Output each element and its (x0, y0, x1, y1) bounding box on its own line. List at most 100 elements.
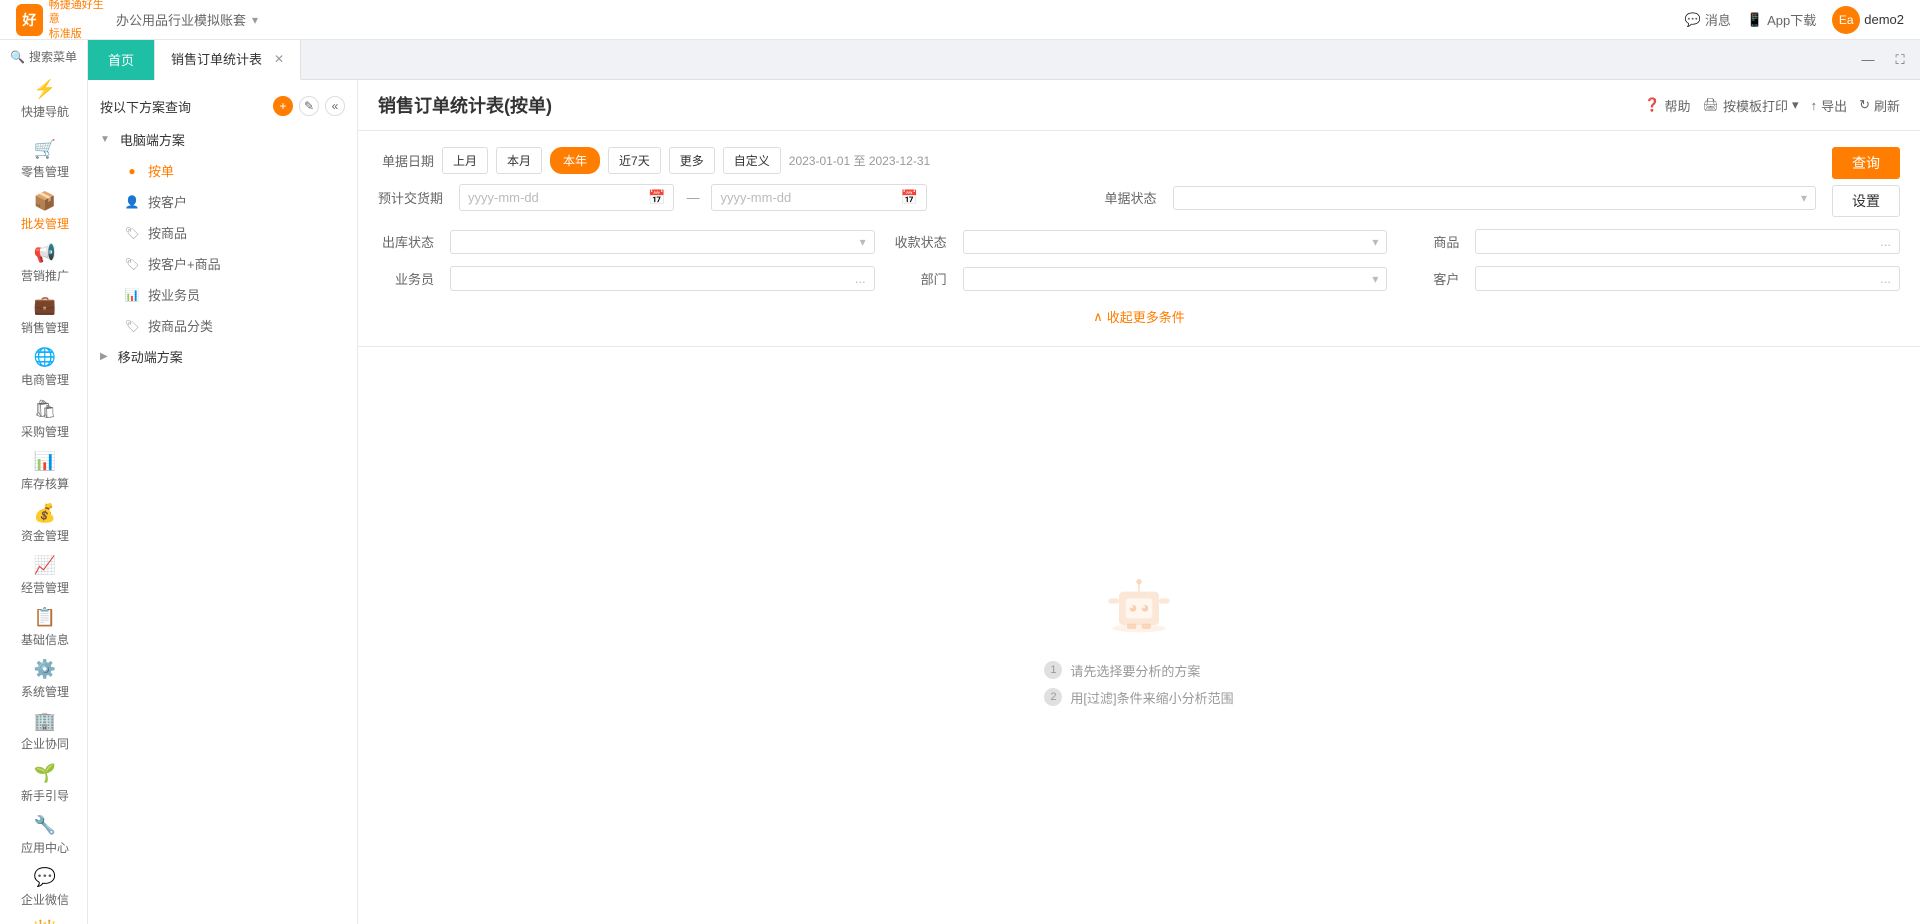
tab-maximize-button[interactable]: ⛶ (1888, 48, 1912, 72)
by-cust-goods-icon: 🏷 (124, 256, 140, 272)
refresh-icon: ↻ (1859, 97, 1870, 113)
topbar-actions: 💬 消息 📱 App下载 Ea demo2 (1685, 6, 1904, 34)
help-button[interactable]: ❓ 帮助 (1644, 96, 1690, 115)
chevron-down-icon: ▾ (1792, 97, 1799, 113)
tree-arrow-pc: ▼ (100, 134, 110, 145)
sidebar-item-sales[interactable]: 💼 销售管理 (0, 289, 87, 341)
query-button[interactable]: 查询 (1832, 147, 1900, 179)
sidebar-item-retail[interactable]: 🛒 零售管理 (0, 133, 87, 185)
customer-input[interactable] (1484, 271, 1880, 286)
search-menu-button[interactable]: 🔍 搜索菜单 (0, 40, 87, 73)
message-button[interactable]: 💬 消息 (1685, 10, 1731, 29)
purchase-icon: 🛍 (34, 399, 57, 420)
tab-minimize-button[interactable]: — (1856, 48, 1880, 72)
query-btn-area: 查询 设置 (1832, 147, 1900, 217)
sidebar-item-marketing[interactable]: 📢 营销推广 (0, 237, 87, 289)
empty-tips: 1 请先选择要分析的方案 2 用[过滤]条件来缩小分析范围 (1044, 661, 1233, 707)
tab-home[interactable]: 首页 (88, 40, 155, 80)
sidebar-item-ecommerce[interactable]: 🌐 电商管理 (0, 341, 87, 393)
message-icon: 💬 (1685, 12, 1701, 28)
edit-scheme-button[interactable]: ✎ (299, 96, 319, 116)
sidebar-item-operations[interactable]: 📈 经营管理 (0, 549, 87, 601)
tip-num-2: 2 (1044, 688, 1062, 706)
tree-section-mobile[interactable]: ▶ 移动端方案 (88, 341, 357, 372)
predicted-date-start-input[interactable] (468, 190, 644, 205)
filter-area: 单据日期 上月 本月 本年 近7天 更多 自定义 2023-01-01 至 20… (358, 131, 1920, 347)
collapse-panel-button[interactable]: « (325, 96, 345, 116)
add-scheme-button[interactable]: + (273, 96, 293, 116)
sidebar-item-basics[interactable]: 📋 基础信息 (0, 601, 87, 653)
predicted-date-label: 预计交货期 (378, 188, 443, 207)
sidebar-item-quick-nav[interactable]: ⚡ 快捷导航 (0, 73, 87, 125)
goods-more-icon[interactable]: ... (1880, 234, 1891, 249)
doc-status-select[interactable]: ▾ (1173, 186, 1817, 210)
by-customer-icon: 👤 (124, 194, 140, 210)
goods-input-wrap[interactable]: ... (1475, 229, 1900, 254)
tree-item-by-order[interactable]: ● 按单 (112, 155, 357, 186)
chevron-down-icon[interactable]: ▾ (252, 13, 258, 27)
by-goods-icon: 🏷 (124, 225, 140, 241)
ship-status-select[interactable]: ▾ (450, 230, 875, 254)
newbie-icon: 🌱 (34, 763, 56, 784)
refresh-button[interactable]: ↻ 刷新 (1859, 96, 1900, 115)
export-button[interactable]: ↑ 导出 (1811, 96, 1848, 115)
predicted-date-end[interactable]: 📅 (711, 184, 926, 211)
sidebar-item-finance[interactable]: 💰 资金管理 (0, 497, 87, 549)
sidebar-item-vip[interactable]: 👑 畅会员 (0, 913, 87, 924)
tree-section-pc[interactable]: ▼ 电脑端方案 (88, 124, 357, 155)
by-order-icon: ● (124, 163, 140, 179)
date-range-dash: — (682, 190, 703, 205)
download-icon: 📱 (1747, 12, 1763, 28)
logo-icon: 好 (16, 4, 43, 36)
template-print-button[interactable]: 🖨 按模板打印 ▾ (1703, 96, 1799, 115)
topbar: 好 畅捷通好生意 标准版 办公用品行业模拟账套 ▾ 💬 消息 📱 App下载 E… (0, 0, 1920, 40)
chevron-down-icon: ▾ (1372, 235, 1378, 249)
salesman-input-wrap[interactable]: ... (450, 266, 875, 291)
goods-input[interactable] (1484, 234, 1880, 249)
tree-item-by-salesman[interactable]: 📊 按业务员 (112, 279, 357, 310)
payment-status-select[interactable]: ▾ (963, 230, 1388, 254)
date-btn-custom[interactable]: 自定义 (723, 147, 781, 174)
help-icon: ❓ (1644, 97, 1660, 113)
tree-item-by-cust-goods[interactable]: 🏷 按客户+商品 (112, 248, 357, 279)
calendar-start-icon[interactable]: 📅 (648, 189, 665, 206)
sidebar-item-wholesale[interactable]: 📦 批发管理 (0, 185, 87, 237)
sidebar-item-system[interactable]: ⚙️ 系统管理 (0, 653, 87, 705)
sidebar-item-apps[interactable]: 🔧 应用中心 (0, 809, 87, 861)
predicted-date-end-input[interactable] (720, 190, 896, 205)
right-panel: 销售订单统计表(按单) ❓ 帮助 🖨 按模板打印 ▾ ↑ (358, 80, 1920, 924)
date-btn-this-month[interactable]: 本月 (496, 147, 542, 174)
page-title-bar: 销售订单统计表(按单) ❓ 帮助 🖨 按模板打印 ▾ ↑ (358, 80, 1920, 131)
tab-sales-order-stats[interactable]: 销售订单统计表 ✕ (155, 40, 301, 80)
left-panel-header: 按以下方案查询 + ✎ « (88, 92, 357, 124)
date-btn-last-month[interactable]: 上月 (442, 147, 488, 174)
settings-button[interactable]: 设置 (1832, 185, 1900, 217)
tree-item-by-goods[interactable]: 🏷 按商品 (112, 217, 357, 248)
date-btn-this-year[interactable]: 本年 (550, 147, 600, 174)
customer-input-wrap[interactable]: ... (1475, 266, 1900, 291)
predicted-date-start[interactable]: 📅 (459, 184, 674, 211)
date-btn-last-7[interactable]: 近7天 (608, 147, 661, 174)
tree-item-by-customer[interactable]: 👤 按客户 (112, 186, 357, 217)
calendar-end-icon[interactable]: 📅 (900, 189, 917, 206)
date-btn-more[interactable]: 更多 (669, 147, 715, 174)
tree-item-by-category[interactable]: 🏷 按商品分类 (112, 310, 357, 341)
tree-arrow-mobile: ▶ (100, 351, 108, 362)
logo: 好 畅捷通好生意 标准版 (16, 0, 104, 41)
department-select[interactable]: ▾ (963, 267, 1388, 291)
tab-close-icon[interactable]: ✕ (274, 52, 284, 66)
user-profile[interactable]: Ea demo2 (1832, 6, 1904, 34)
operations-icon: 📈 (34, 555, 56, 576)
customer-more-icon[interactable]: ... (1880, 271, 1891, 286)
sidebar-item-wechat[interactable]: 💬 企业微信 (0, 861, 87, 913)
by-category-icon: 🏷 (124, 318, 140, 334)
sidebar-item-newbie[interactable]: 🌱 新手引导 (0, 757, 87, 809)
collapse-button[interactable]: ∧ 收起更多条件 (1093, 307, 1185, 326)
salesman-more-icon[interactable]: ... (855, 271, 866, 286)
salesman-input[interactable] (459, 271, 855, 286)
sidebar-item-purchase[interactable]: 🛍 采购管理 (0, 393, 87, 445)
page: 按以下方案查询 + ✎ « ▼ 电脑端方案 ● 按单 (88, 80, 1920, 924)
sidebar-item-enterprise[interactable]: 🏢 企业协同 (0, 705, 87, 757)
sidebar-item-inventory[interactable]: 📊 库存核算 (0, 445, 87, 497)
app-download-button[interactable]: 📱 App下载 (1747, 10, 1816, 29)
